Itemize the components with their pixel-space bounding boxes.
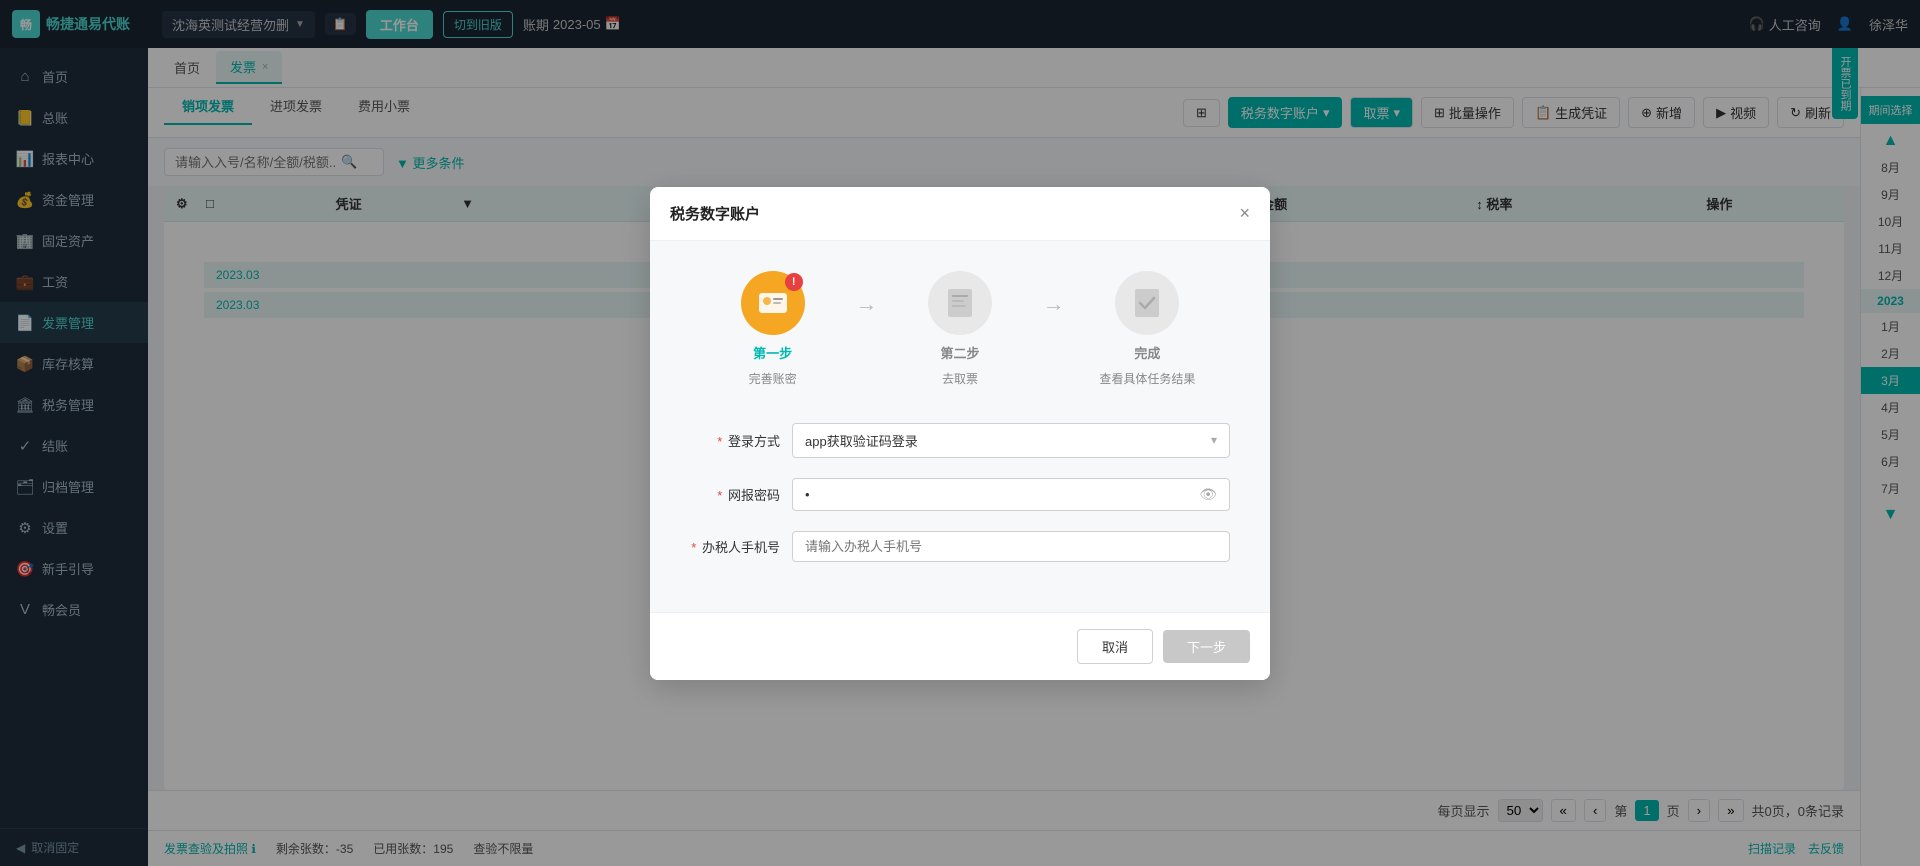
modal-form: * 登录方式 app获取验证码登录 ▾ * 网报密码 (690, 423, 1230, 562)
phone-control (792, 531, 1230, 562)
password-field: * 网报密码 👁 (690, 478, 1230, 511)
password-input[interactable] (805, 487, 1199, 502)
step-1-badge: ! (785, 273, 803, 291)
password-control: 👁 (792, 478, 1230, 511)
login-method-label: * 登录方式 (690, 431, 780, 450)
step-3-desc: 查看具体任务结果 (1099, 370, 1195, 387)
invoice-icon-step (942, 285, 978, 321)
step-1-desc: 完善账密 (749, 370, 797, 387)
phone-label: * 办税人手机号 (690, 537, 780, 556)
modal-overlay: 税务数字账户 × ! (0, 0, 1920, 866)
login-method-control: app获取验证码登录 ▾ (792, 423, 1230, 458)
step-2-label: 第二步 (940, 343, 979, 362)
step-2-desc: 去取票 (942, 370, 978, 387)
step-3-label: 完成 (1134, 343, 1160, 362)
required-marker-3: * (691, 540, 696, 555)
id-card-icon (755, 285, 791, 321)
step-2-icon (928, 271, 992, 335)
login-method-field: * 登录方式 app获取验证码登录 ▾ (690, 423, 1230, 458)
modal-close-btn[interactable]: × (1239, 204, 1250, 222)
step-arrow-2: → (1043, 271, 1065, 317)
required-marker: * (717, 434, 722, 449)
modal-title: 税务数字账户 (670, 203, 760, 224)
steps-indicator: ! 第一步 完善账密 → (690, 271, 1230, 387)
step-3-icon (1115, 271, 1179, 335)
phone-input[interactable] (805, 539, 1217, 554)
modal-body: ! 第一步 完善账密 → (650, 241, 1270, 612)
phone-field: * 办税人手机号 (690, 531, 1230, 562)
password-input-wrap: 👁 (792, 478, 1230, 511)
step-1-icon: ! (741, 271, 805, 335)
select-arrow-icon: ▾ (1211, 433, 1217, 447)
password-label: * 网报密码 (690, 485, 780, 504)
step-2: 第二步 去取票 (877, 271, 1042, 387)
next-step-button[interactable]: 下一步 (1163, 630, 1250, 663)
step-1: ! 第一步 完善账密 (690, 271, 855, 387)
toggle-password-icon[interactable]: 👁 (1199, 486, 1217, 503)
phone-input-wrap (792, 531, 1230, 562)
login-method-value: app获取验证码登录 (805, 431, 918, 450)
step-1-label: 第一步 (753, 343, 792, 362)
modal-header: 税务数字账户 × (650, 187, 1270, 241)
cancel-button[interactable]: 取消 (1077, 629, 1153, 664)
step-arrow-1: → (855, 271, 877, 317)
login-method-select[interactable]: app获取验证码登录 ▾ (792, 423, 1230, 458)
required-marker-2: * (717, 488, 722, 503)
digital-account-modal: 税务数字账户 × ! (650, 187, 1270, 680)
step-3: 完成 查看具体任务结果 (1065, 271, 1230, 387)
modal-footer: 取消 下一步 (650, 612, 1270, 680)
complete-icon (1129, 285, 1165, 321)
